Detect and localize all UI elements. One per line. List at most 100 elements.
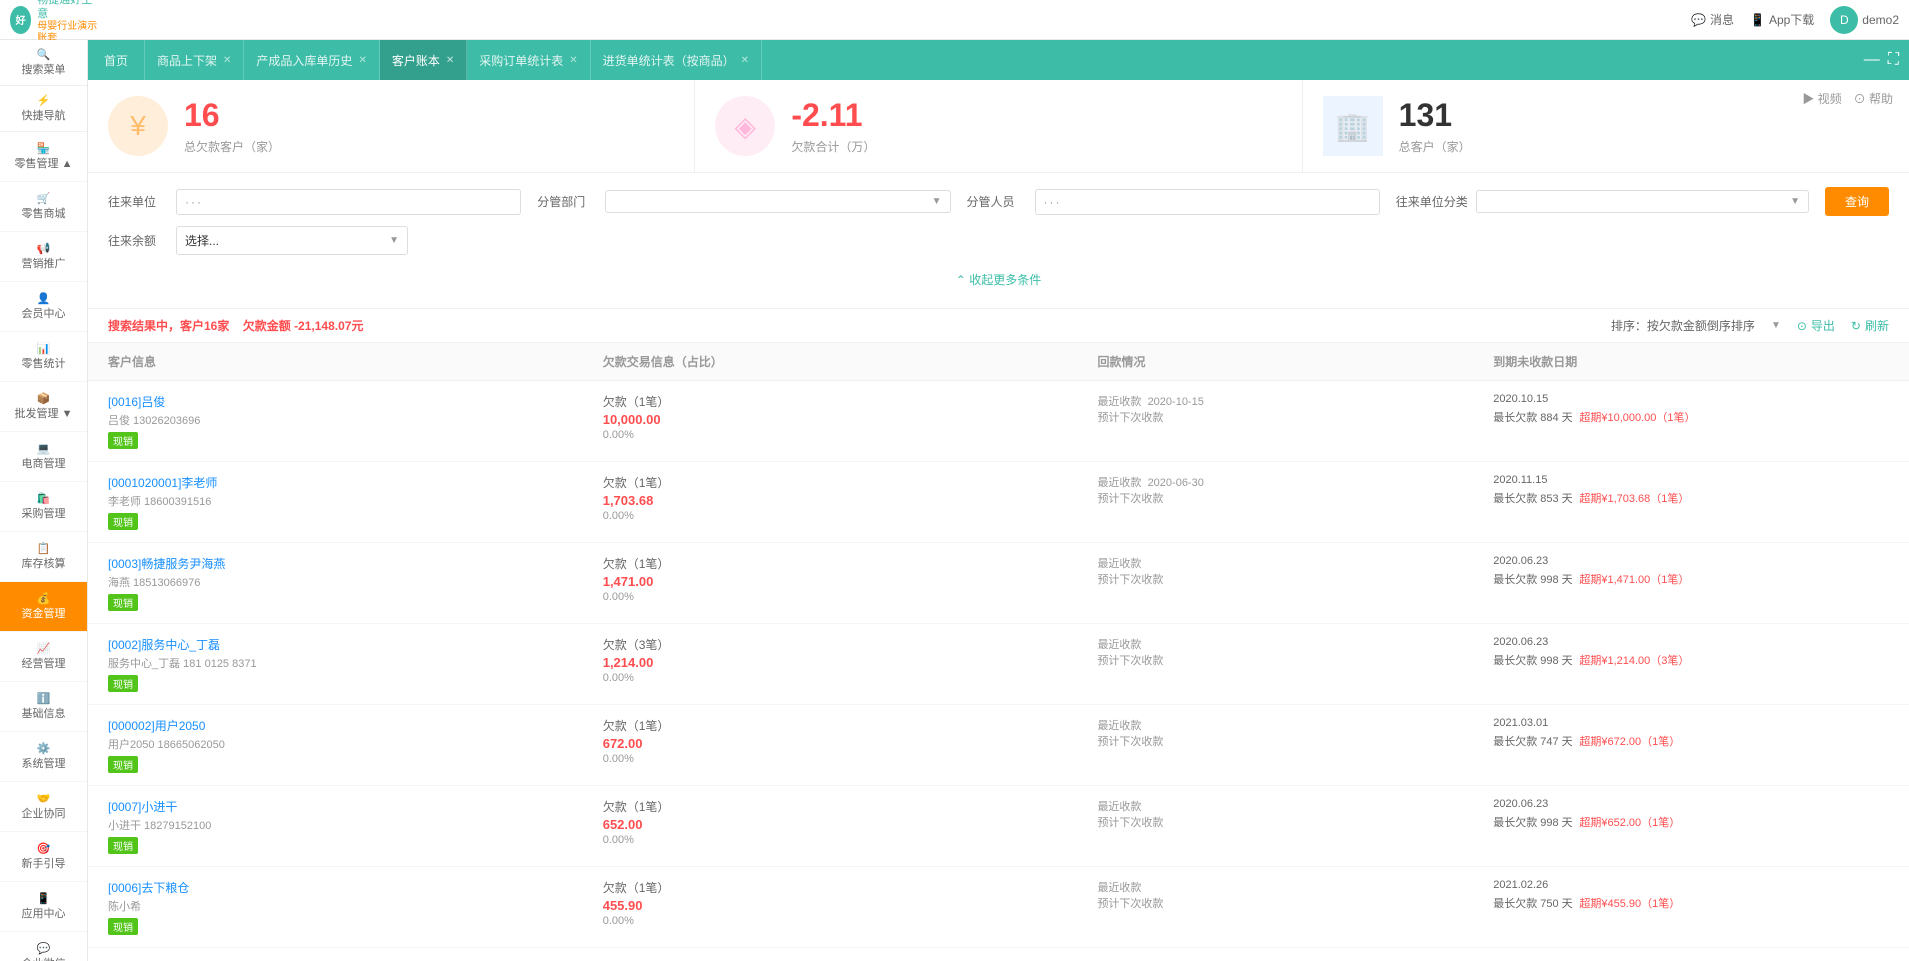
dept-select[interactable]: ▼ [605, 190, 950, 213]
view-video-btn[interactable]: ▶ 视频 [1802, 90, 1841, 107]
tab-close-customer-account[interactable]: ✕ [446, 55, 454, 66]
sidebar-item-search[interactable]: 🔍 搜索菜单 [0, 40, 87, 86]
sidebar-item-finance[interactable]: 💰 资金管理 [0, 582, 87, 632]
filter-area: 往来单位 ··· 分管部门 ▼ [88, 173, 1909, 309]
customer-name-1[interactable]: [0001020001]李老师 [108, 474, 603, 491]
next-payment-2: 预计下次收款 [1097, 571, 1493, 587]
customer-name-5[interactable]: [0007]小进干 [108, 798, 603, 815]
customer-tag-6: 现销 [108, 918, 138, 935]
tab-close-product-listing[interactable]: ✕ [223, 55, 231, 66]
query-button[interactable]: 查询 [1825, 187, 1889, 216]
overdue-link-2[interactable]: 超期¥1,471.00（1笔） [1579, 574, 1689, 586]
customer-name-4[interactable]: [000002]用户2050 [108, 717, 603, 734]
tab-close-product-history[interactable]: ✕ [358, 55, 366, 66]
last-payment-5: 最近收款 [1097, 798, 1493, 814]
debt-amount-1: 1,703.68 [603, 493, 1098, 508]
overdue-days-1: 最长欠款 853 天 [1493, 493, 1572, 505]
header-date: 到期未收款日期 [1493, 353, 1889, 370]
filter-source-unit-label: 往来单位 [108, 193, 168, 210]
message-btn[interactable]: 💬 消息 [1691, 11, 1734, 28]
overdue-link-6[interactable]: 超期¥455.90（1笔） [1579, 898, 1680, 910]
tab-product-listing[interactable]: 商品上下架 ✕ [145, 40, 244, 80]
debt-info-1: 欠款（1笔） 1,703.68 0.00% [603, 474, 1098, 522]
customer-info-6: [0006]去下粮仓 陈小希 现销 [108, 879, 603, 935]
quick-nav-icon: ⚡ [37, 94, 51, 107]
sidebar-item-app-center[interactable]: 📱 应用中心 [0, 882, 87, 932]
debt-count-1: 欠款（1笔） [603, 474, 1098, 491]
info-icon: ℹ️ [37, 692, 51, 705]
next-payment-6: 预计下次收款 [1097, 895, 1493, 911]
chevron-down-icon-dept: ▼ [932, 196, 942, 207]
tab-home[interactable]: 首页 [88, 40, 145, 80]
unit-class-select[interactable]: ▼ [1476, 190, 1809, 213]
last-payment-2: 最近收款 [1097, 555, 1493, 571]
overdue-link-1[interactable]: 超期¥1,703.68（1笔） [1579, 493, 1689, 505]
customer-name-6[interactable]: [0006]去下粮仓 [108, 879, 603, 896]
tab-close-purchase-stats[interactable]: ✕ [569, 55, 577, 66]
overdue-link-4[interactable]: 超期¥672.00（1笔） [1579, 736, 1680, 748]
customer-name-0[interactable]: [0016]吕俊 [108, 393, 603, 410]
tab-product-history[interactable]: 产成品入库单历史 ✕ [244, 40, 379, 80]
sidebar-item-wholesale[interactable]: 📦 批发管理 ▼ [0, 382, 87, 432]
sidebar-item-retail-stats[interactable]: 📊 零售统计 [0, 332, 87, 382]
sidebar-item-operations[interactable]: 📈 经营管理 [0, 632, 87, 682]
stat-card-amount: ◈ -2.11 欠款合计（万） [695, 80, 1302, 172]
sidebar-item-wechat[interactable]: 💬 企业微信 [0, 932, 87, 961]
sidebar-item-member[interactable]: 👤 会员中心 [0, 282, 87, 332]
filter-row-1: 往来单位 ··· 分管部门 ▼ [108, 187, 1889, 216]
customer-phone-2: 海燕 18513066976 [108, 574, 603, 590]
sidebar-item-marketing[interactable]: 📢 营销推广 [0, 232, 87, 282]
app-download-btn[interactable]: 📱 App下载 [1750, 11, 1814, 28]
overdue-link-0[interactable]: 超期¥10,000.00（1笔） [1579, 412, 1695, 424]
balance-select[interactable]: 选择... ▼ [176, 226, 408, 255]
help-btn[interactable]: ⊙ 帮助 [1854, 90, 1893, 107]
table-row: [0002]服务中心_丁磊 服务中心_丁磊 181 0125 8371 现销 欠… [88, 624, 1909, 705]
manager-input[interactable]: ··· [1035, 189, 1380, 215]
filter-manager: 分管人员 ··· [967, 189, 1380, 215]
sidebar-item-base-info[interactable]: ℹ️ 基础信息 [0, 682, 87, 732]
customer-name-2[interactable]: [0003]畅捷服务尹海燕 [108, 555, 603, 572]
tab-bar-end: — ⛶ [1864, 51, 1909, 69]
stat-label-amount: 欠款合计（万） [791, 138, 875, 155]
due-date-4: 2021.03.01 [1493, 717, 1889, 729]
tab-close-purchase-product-stats[interactable]: ✕ [741, 55, 749, 66]
debt-count-6: 欠款（1笔） [603, 879, 1098, 896]
stat-info-customers: 16 总欠款客户（家） [184, 97, 280, 155]
logo-icon: 好 [10, 6, 31, 34]
collapse-btn[interactable]: ⌃ 收起更多条件 [108, 265, 1889, 294]
wechat-icon: 💬 [37, 942, 51, 955]
overdue-link-5[interactable]: 超期¥652.00（1笔） [1579, 817, 1680, 829]
sidebar-item-retail-mgmt[interactable]: 🏪 零售管理 ▲ [0, 132, 87, 182]
sidebar-item-ecommerce[interactable]: 💻 电商管理 [0, 432, 87, 482]
sidebar-item-retail-mall[interactable]: 🛒 零售商城 [0, 182, 87, 232]
sidebar-item-inventory[interactable]: 📋 库存核算 [0, 532, 87, 582]
top-bar: 好 畅捷通好生意 母婴行业演示账套 💬 消息 📱 App下载 D demo2 [0, 0, 1909, 40]
last-payment-6: 最近收款 [1097, 879, 1493, 895]
return-info-6: 最近收款 预计下次收款 [1097, 879, 1493, 911]
source-unit-input[interactable]: ··· [176, 189, 521, 215]
export-btn[interactable]: ⊙ 导出 [1797, 317, 1835, 334]
minimize-icon[interactable]: — [1864, 51, 1880, 69]
stat-number-amount: -2.11 [791, 97, 875, 134]
stat-info-total: 131 总客户（家） [1399, 97, 1471, 155]
table-row: [000001]黄思源 黄思源 13552700226 现销 欠款（1笔） 42… [88, 948, 1909, 961]
customer-name-3[interactable]: [0002]服务中心_丁磊 [108, 636, 603, 653]
tab-purchase-product-stats[interactable]: 进货单统计表（按商品） ✕ [591, 40, 762, 80]
debt-percent-4: 0.00% [603, 753, 1098, 765]
sort-chevron-icon[interactable]: ▼ [1771, 320, 1781, 331]
sidebar-item-purchase[interactable]: 🛍️ 采购管理 [0, 482, 87, 532]
refresh-btn[interactable]: ↻ 刷新 [1851, 317, 1889, 334]
sidebar-item-quick-nav[interactable]: ⚡ 快捷导航 [0, 86, 87, 132]
maximize-icon[interactable]: ⛶ [1888, 51, 1899, 69]
app-icon: 📱 [37, 892, 51, 905]
tab-purchase-stats[interactable]: 采购订单统计表 ✕ [467, 40, 590, 80]
overdue-link-3[interactable]: 超期¥1,214.00（3笔） [1579, 655, 1689, 667]
next-payment-1: 预计下次收款 [1097, 490, 1493, 506]
search-icon: 🔍 [37, 48, 51, 61]
stat-card-customers: ¥ 16 总欠款客户（家） [88, 80, 695, 172]
tab-customer-account[interactable]: 客户账本 ✕ [380, 40, 467, 80]
sidebar-item-collab[interactable]: 🤝 企业协同 [0, 782, 87, 832]
user-menu[interactable]: D demo2 [1830, 6, 1899, 34]
sidebar-item-guide[interactable]: 🎯 新手引导 [0, 832, 87, 882]
sidebar-item-system[interactable]: ⚙️ 系统管理 [0, 732, 87, 782]
